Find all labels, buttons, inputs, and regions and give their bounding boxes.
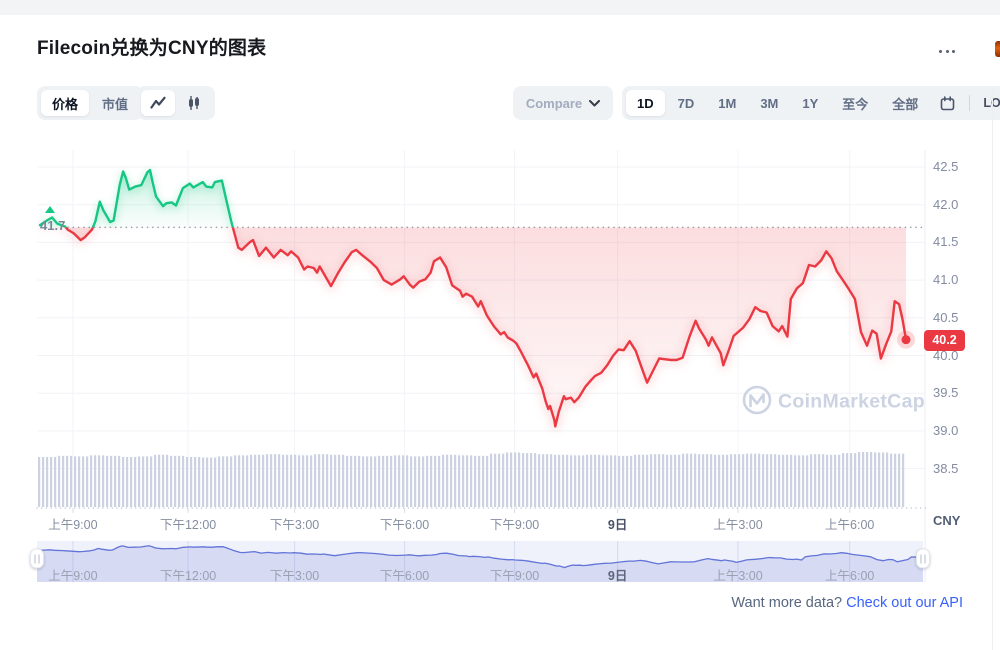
- last-point-dot: [901, 335, 911, 345]
- footer-api-promo: Want more data? Check out our API: [731, 595, 963, 611]
- minimap-tick-label: 下午9:00: [489, 569, 540, 583]
- x-tick-label: 上午3:00: [713, 518, 763, 532]
- x-tick-label: 下午3:00: [269, 518, 320, 532]
- minimap-tick-label: 下午3:00: [269, 569, 320, 583]
- minimap-tick-label: 上午3:00: [713, 569, 763, 583]
- coinmarketcap-logo-icon: [749, 393, 765, 408]
- current-price-badge: 40.2: [924, 329, 965, 351]
- x-tick-label: 下午9:00: [489, 518, 540, 532]
- currency-axis-label: CNY: [933, 513, 961, 528]
- volume-bars: [38, 452, 905, 507]
- svg-text:CoinMarketCap: CoinMarketCap: [778, 391, 925, 413]
- y-tick-label: 42.5: [933, 159, 959, 174]
- coinmarketcap-watermark: CoinMarketCap: [742, 385, 925, 415]
- minimap-tick-label: 下午6:00: [379, 569, 430, 583]
- panel-right-border: [992, 88, 993, 650]
- minimap-tick-label: 上午9:00: [48, 569, 98, 583]
- price-chart-canvas[interactable]: CoinMarketCap: [0, 0, 1000, 650]
- y-tick-label: 39.5: [933, 385, 959, 401]
- minimap-tick-label: 9日: [607, 569, 628, 583]
- clipped-edge-icon: [995, 41, 1000, 57]
- brush-handle-right[interactable]: [916, 548, 930, 569]
- x-tick-label: 上午9:00: [48, 518, 98, 532]
- x-tick-label: 下午6:00: [379, 518, 430, 532]
- y-tick-label: 39.0: [933, 422, 959, 438]
- open-price-marker: 41.7: [40, 206, 65, 233]
- footer-prompt: Want more data?: [731, 595, 847, 611]
- chart-page: Filecoin兑换为CNY的图表 价格 市值 Compare 1D 7D 1M…: [0, 0, 1000, 650]
- y-tick-label: 41.0: [933, 272, 959, 288]
- y-tick-label: 41.5: [933, 234, 959, 250]
- x-tick-label: 下午12:00: [159, 518, 217, 532]
- minimap-tick-label: 上午6:00: [825, 569, 875, 583]
- y-tick-label: 42.0: [933, 196, 959, 212]
- x-tick-label: 上午6:00: [825, 518, 875, 532]
- up-triangle-icon: [45, 206, 55, 214]
- minimap-tick-label: 下午12:00: [159, 569, 217, 583]
- x-tick-label: 9日: [607, 518, 628, 532]
- open-price-label: 41.7: [40, 218, 66, 234]
- y-tick-label: 40.5: [933, 309, 959, 325]
- y-tick-label: 38.5: [933, 460, 959, 476]
- api-link[interactable]: Check out our API: [846, 595, 963, 611]
